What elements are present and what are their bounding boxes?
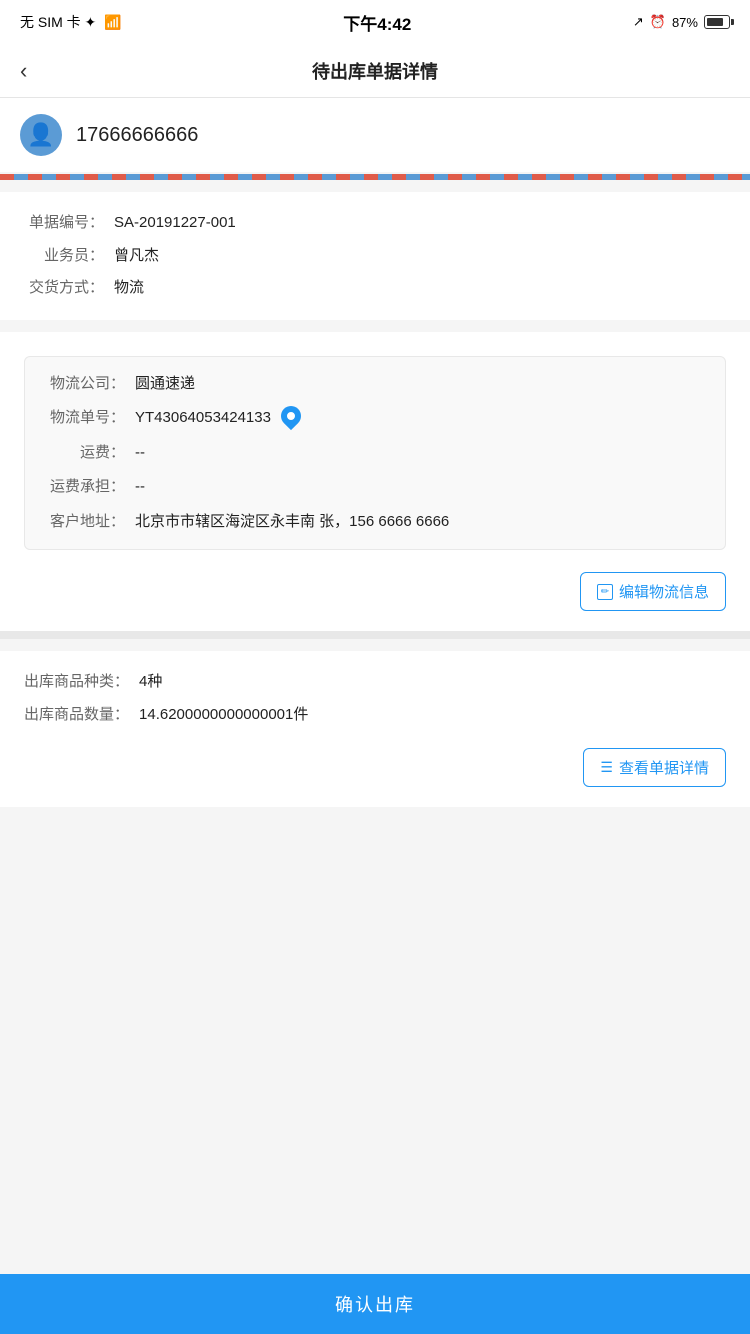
product-type-label: 出库商品种类：: [24, 671, 129, 694]
battery-icon: [704, 15, 730, 29]
confirm-btn-label: 确认出库: [335, 1291, 415, 1317]
sales-person-value: 曾凡杰: [114, 245, 726, 268]
freight-bearer-label: 运费承担：: [45, 476, 125, 499]
nav-bar: ‹ 待出库单据详情: [0, 44, 750, 98]
freight-bearer-value: --: [135, 476, 705, 499]
section-separator: [0, 631, 750, 639]
sales-person-label: 业务员：: [24, 245, 104, 268]
document-no-value: SA-20191227-001: [114, 212, 726, 235]
page-title: 待出库单据详情: [312, 58, 438, 84]
battery-fill: [707, 18, 723, 26]
dashed-divider: [0, 174, 750, 180]
confirm-outbound-button[interactable]: 确认出库: [0, 1274, 750, 1334]
freight-bearer-row: 运费承担： --: [45, 476, 705, 499]
logistics-tracking-row: 物流单号： YT43064053424133: [45, 407, 705, 430]
view-details-icon: ☰: [600, 759, 613, 776]
delivery-method-value: 物流: [114, 277, 726, 300]
edit-icon: [597, 584, 613, 600]
wifi-icon: 📶: [104, 14, 121, 31]
alarm-icon: ⏰: [650, 14, 666, 30]
document-no-label: 单据编号：: [24, 212, 104, 235]
product-quantity-value: 14.6200000000000001件: [139, 704, 726, 727]
status-bar: 无 SIM 卡 ✦ 📶 下午4:42 ↗ ⏰ 87%: [0, 0, 750, 44]
product-type-row: 出库商品种类： 4种: [24, 671, 726, 694]
address-row: 客户地址： 北京市市辖区海淀区永丰南 张，156 6666 6666: [45, 511, 705, 534]
address-value: 北京市市辖区海淀区永丰南 张，156 6666 6666: [135, 511, 705, 534]
location-status-icon: ↗: [633, 14, 644, 30]
logistics-section: 物流公司： 圆通速递 物流单号： YT43064053424133 运费： --…: [0, 332, 750, 632]
bottom-spacer: [0, 819, 750, 1019]
avatar: 👤: [20, 114, 62, 156]
back-button[interactable]: ‹: [20, 58, 27, 84]
product-quantity-row: 出库商品数量： 14.6200000000000001件: [24, 704, 726, 727]
view-details-button[interactable]: ☰ 查看单据详情: [583, 748, 726, 787]
sales-person-row: 业务员： 曾凡杰: [24, 245, 726, 268]
edit-btn-row: 编辑物流信息: [24, 560, 726, 611]
sim-status: 无 SIM 卡 ✦: [20, 12, 96, 32]
edit-btn-label: 编辑物流信息: [619, 581, 709, 602]
address-label: 客户地址：: [45, 511, 125, 534]
delivery-method-label: 交货方式：: [24, 277, 104, 300]
customer-phone: 17666666666: [76, 124, 198, 147]
status-right: ↗ ⏰ 87%: [633, 14, 730, 30]
battery-percentage: 87%: [672, 15, 698, 30]
logistics-tracking-value: YT43064053424133: [135, 407, 705, 430]
freight-value: --: [135, 442, 705, 465]
logistics-card: 物流公司： 圆通速递 物流单号： YT43064053424133 运费： --…: [24, 356, 726, 551]
document-no-row: 单据编号： SA-20191227-001: [24, 212, 726, 235]
logistics-tracking-label: 物流单号：: [45, 407, 125, 430]
view-btn-label: 查看单据详情: [619, 757, 709, 778]
tracking-location-icon[interactable]: [277, 402, 305, 430]
delivery-method-row: 交货方式： 物流: [24, 277, 726, 300]
avatar-icon: 👤: [27, 122, 54, 148]
freight-row: 运费： --: [45, 442, 705, 465]
logistics-company-label: 物流公司：: [45, 373, 125, 396]
view-btn-row: ☰ 查看单据详情: [24, 736, 726, 787]
battery-tip: [731, 19, 734, 25]
status-time: 下午4:42: [343, 10, 411, 35]
logistics-company-row: 物流公司： 圆通速递: [45, 373, 705, 396]
products-section: 出库商品种类： 4种 出库商品数量： 14.6200000000000001件 …: [0, 651, 750, 807]
edit-logistics-button[interactable]: 编辑物流信息: [580, 572, 726, 611]
freight-label: 运费：: [45, 442, 125, 465]
logistics-company-value: 圆通速递: [135, 373, 705, 396]
order-info-section: 单据编号： SA-20191227-001 业务员： 曾凡杰 交货方式： 物流: [0, 192, 750, 320]
customer-header: 👤 17666666666: [0, 98, 750, 172]
product-quantity-label: 出库商品数量：: [24, 704, 129, 727]
status-left: 无 SIM 卡 ✦ 📶: [20, 12, 122, 32]
product-type-value: 4种: [139, 671, 726, 694]
